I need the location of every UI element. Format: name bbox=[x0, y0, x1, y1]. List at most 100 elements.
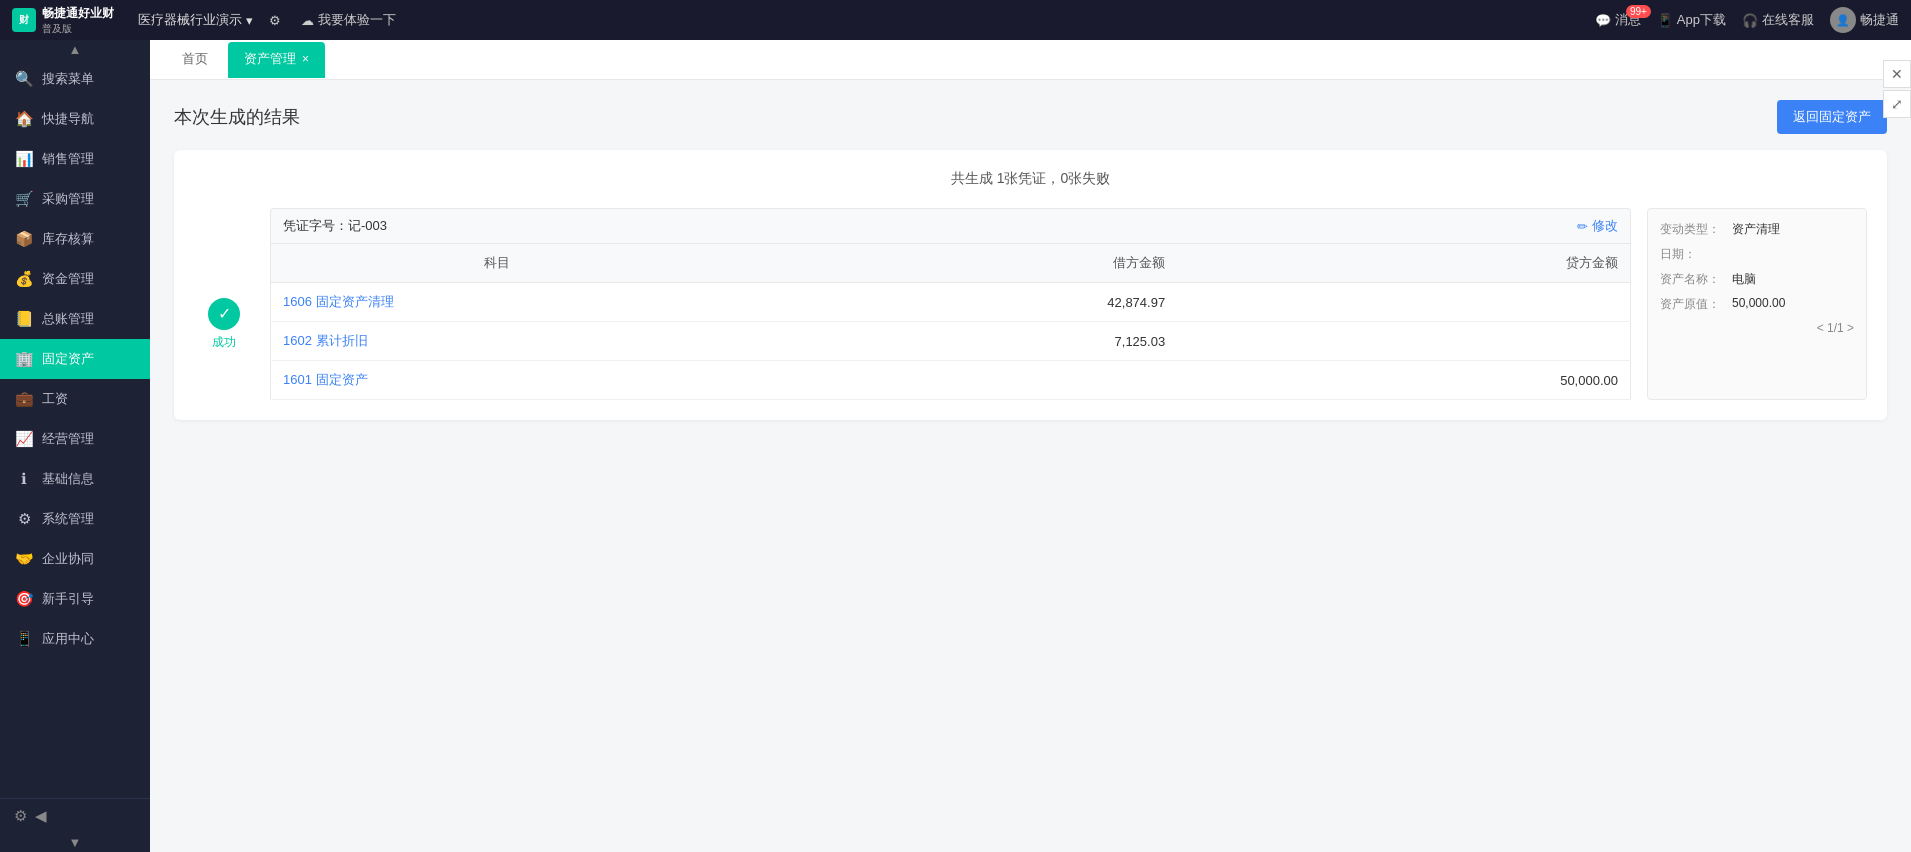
sidebar-item-inventory[interactable]: 📦 库存核算 bbox=[0, 219, 150, 259]
sidebar-item-salary[interactable]: 💼 工资 bbox=[0, 379, 150, 419]
sidebar-label-operations: 经营管理 bbox=[42, 430, 94, 448]
sidebar-item-system[interactable]: ⚙ 系统管理 bbox=[0, 499, 150, 539]
page-header: 本次生成的结果 返回固定资产 bbox=[174, 100, 1887, 134]
trial-button[interactable]: ☁ 我要体验一下 bbox=[301, 11, 396, 29]
info-row-original-value: 资产原值： 50,000.00 bbox=[1660, 296, 1854, 313]
sidebar-icon-quick-nav: 🏠 bbox=[14, 109, 34, 129]
sidebar-icon-search: 🔍 bbox=[14, 69, 34, 89]
success-text: 成功 bbox=[212, 334, 236, 351]
sidebar-item-basic-info[interactable]: ℹ 基础信息 bbox=[0, 459, 150, 499]
tab-asset-management[interactable]: 资产管理 × bbox=[228, 42, 325, 78]
table-row: 1601 固定资产 50,000.00 bbox=[271, 361, 1631, 400]
credit-cell: 50,000.00 bbox=[1177, 361, 1630, 400]
sidebar-icon-system: ⚙ bbox=[14, 509, 34, 529]
original-value-label: 资产原值： bbox=[1660, 296, 1732, 313]
sidebar-label-guide: 新手引导 bbox=[42, 590, 94, 608]
sidebar-item-sales[interactable]: 📊 销售管理 bbox=[0, 139, 150, 179]
subject-cell: 1606 固定资产清理 bbox=[271, 283, 724, 322]
subject-cell: 1602 累计折旧 bbox=[271, 322, 724, 361]
info-pagination[interactable]: < 1/1 > bbox=[1660, 321, 1854, 335]
page-content: 本次生成的结果 返回固定资产 共生成 1张凭证，0张失败 ✓ 成功 凭证字号：记… bbox=[150, 80, 1911, 852]
col-debit-header: 借方金额 bbox=[724, 244, 1177, 283]
sidebar-item-search[interactable]: 🔍 搜索菜单 bbox=[0, 59, 150, 99]
sidebar-collapse-button[interactable]: ◀ bbox=[35, 807, 47, 825]
panel-close-button[interactable]: ✕ bbox=[1883, 60, 1911, 88]
voucher-table: 科目 借方金额 贷方金额 1606 固定资产清理 42,874.97 1602 … bbox=[270, 243, 1631, 400]
sidebar-item-guide[interactable]: 🎯 新手引导 bbox=[0, 579, 150, 619]
sidebar-item-enterprise[interactable]: 🤝 企业协同 bbox=[0, 539, 150, 579]
subject-link[interactable]: 1601 固定资产 bbox=[283, 372, 368, 387]
tab-close-asset-management[interactable]: × bbox=[302, 52, 309, 66]
result-card: 共生成 1张凭证，0张失败 ✓ 成功 凭证字号：记-003 ✏ 修改 bbox=[174, 150, 1887, 420]
sidebar-icon-guide: 🎯 bbox=[14, 589, 34, 609]
user-menu[interactable]: 👤 畅捷通 bbox=[1830, 7, 1899, 33]
tab-label-asset-management: 资产管理 bbox=[244, 51, 296, 66]
project-selector[interactable]: 医疗器械行业演示 ▾ bbox=[138, 11, 253, 29]
info-panel: 变动类型： 资产清理 日期： 资产名称： 电脑 资产原值： bbox=[1647, 208, 1867, 400]
sidebar-label-quick-nav: 快捷导航 bbox=[42, 110, 94, 128]
subject-link[interactable]: 1606 固定资产清理 bbox=[283, 294, 394, 309]
credit-cell bbox=[1177, 322, 1630, 361]
sidebar-icon-inventory: 📦 bbox=[14, 229, 34, 249]
sidebar-item-quick-nav[interactable]: 🏠 快捷导航 bbox=[0, 99, 150, 139]
settings-button[interactable]: ⚙ bbox=[261, 6, 289, 34]
sidebar-label-system: 系统管理 bbox=[42, 510, 94, 528]
debit-cell bbox=[724, 361, 1177, 400]
sidebar-label-fund: 资金管理 bbox=[42, 270, 94, 288]
debit-cell: 7,125.03 bbox=[724, 322, 1177, 361]
page-title: 本次生成的结果 bbox=[174, 105, 300, 129]
app-download-button[interactable]: 📱 App下载 bbox=[1657, 11, 1726, 29]
date-label: 日期： bbox=[1660, 246, 1732, 263]
back-to-fixed-assets-button[interactable]: 返回固定资产 bbox=[1777, 100, 1887, 134]
info-row-change-type: 变动类型： 资产清理 bbox=[1660, 221, 1854, 238]
success-icon: ✓ bbox=[208, 298, 240, 330]
topbar-right: 💬 消息 99+ 📱 App下载 🎧 在线客服 👤 畅捷通 bbox=[1595, 7, 1899, 33]
panel-expand-button[interactable]: ⤢ bbox=[1883, 90, 1911, 118]
success-indicator: ✓ 成功 bbox=[194, 208, 254, 400]
sidebar-icon-salary: 💼 bbox=[14, 389, 34, 409]
edit-icon: ✏ bbox=[1577, 219, 1588, 234]
edit-button[interactable]: ✏ 修改 bbox=[1577, 217, 1618, 235]
sidebar-icon-basic-info: ℹ bbox=[14, 469, 34, 489]
col-credit-header: 贷方金额 bbox=[1177, 244, 1630, 283]
sidebar-label-ledger: 总账管理 bbox=[42, 310, 94, 328]
sidebar-label-sales: 销售管理 bbox=[42, 150, 94, 168]
sidebar-label-search: 搜索菜单 bbox=[42, 70, 94, 88]
avatar: 👤 bbox=[1830, 7, 1856, 33]
sidebar-icon-app-center: 📱 bbox=[14, 629, 34, 649]
logo-sub: 普及版 bbox=[42, 22, 114, 36]
credit-cell bbox=[1177, 283, 1630, 322]
table-row: 1606 固定资产清理 42,874.97 bbox=[271, 283, 1631, 322]
sidebar-label-fixed-assets: 固定资产 bbox=[42, 350, 94, 368]
sidebar-bottom: ⚙ ◀ bbox=[0, 798, 150, 833]
sidebar-settings-icon[interactable]: ⚙ bbox=[14, 807, 27, 825]
sidebar-label-basic-info: 基础信息 bbox=[42, 470, 94, 488]
subject-link[interactable]: 1602 累计折旧 bbox=[283, 333, 368, 348]
table-row: 1602 累计折旧 7,125.03 bbox=[271, 322, 1631, 361]
sidebar-item-purchase[interactable]: 🛒 采购管理 bbox=[0, 179, 150, 219]
sidebar-icon-purchase: 🛒 bbox=[14, 189, 34, 209]
tab-home[interactable]: 首页 bbox=[166, 42, 224, 78]
sidebar-item-ledger[interactable]: 📒 总账管理 bbox=[0, 299, 150, 339]
sidebar-label-app-center: 应用中心 bbox=[42, 630, 94, 648]
sidebar-label-inventory: 库存核算 bbox=[42, 230, 94, 248]
sidebar-item-app-center[interactable]: 📱 应用中心 bbox=[0, 619, 150, 659]
headset-icon: 🎧 bbox=[1742, 13, 1758, 28]
sidebar-scroll-up[interactable]: ▲ bbox=[0, 40, 150, 59]
main-layout: ▲ 🔍 搜索菜单 🏠 快捷导航 📊 销售管理 🛒 采购管理 📦 库存核算 💰 资… bbox=[0, 40, 1911, 852]
sidebar-icon-fixed-assets: 🏢 bbox=[14, 349, 34, 369]
sidebar-item-fund[interactable]: 💰 资金管理 bbox=[0, 259, 150, 299]
voucher-header: 凭证字号：记-003 ✏ 修改 bbox=[270, 208, 1631, 243]
tab-bar: 首页 资产管理 × bbox=[150, 40, 1911, 80]
sidebar-item-fixed-assets[interactable]: 🏢 固定资产 bbox=[0, 339, 150, 379]
message-button[interactable]: 💬 消息 99+ bbox=[1595, 11, 1641, 29]
sidebar-label-salary: 工资 bbox=[42, 390, 68, 408]
sidebar-icon-ledger: 📒 bbox=[14, 309, 34, 329]
panel-controls: ✕ ⤢ bbox=[1883, 60, 1911, 118]
online-service-button[interactable]: 🎧 在线客服 bbox=[1742, 11, 1814, 29]
change-type-value: 资产清理 bbox=[1732, 221, 1780, 238]
sidebar-item-operations[interactable]: 📈 经营管理 bbox=[0, 419, 150, 459]
sidebar: ▲ 🔍 搜索菜单 🏠 快捷导航 📊 销售管理 🛒 采购管理 📦 库存核算 💰 资… bbox=[0, 40, 150, 852]
sidebar-scroll-down[interactable]: ▼ bbox=[0, 833, 150, 852]
message-icon: 💬 bbox=[1595, 13, 1611, 28]
